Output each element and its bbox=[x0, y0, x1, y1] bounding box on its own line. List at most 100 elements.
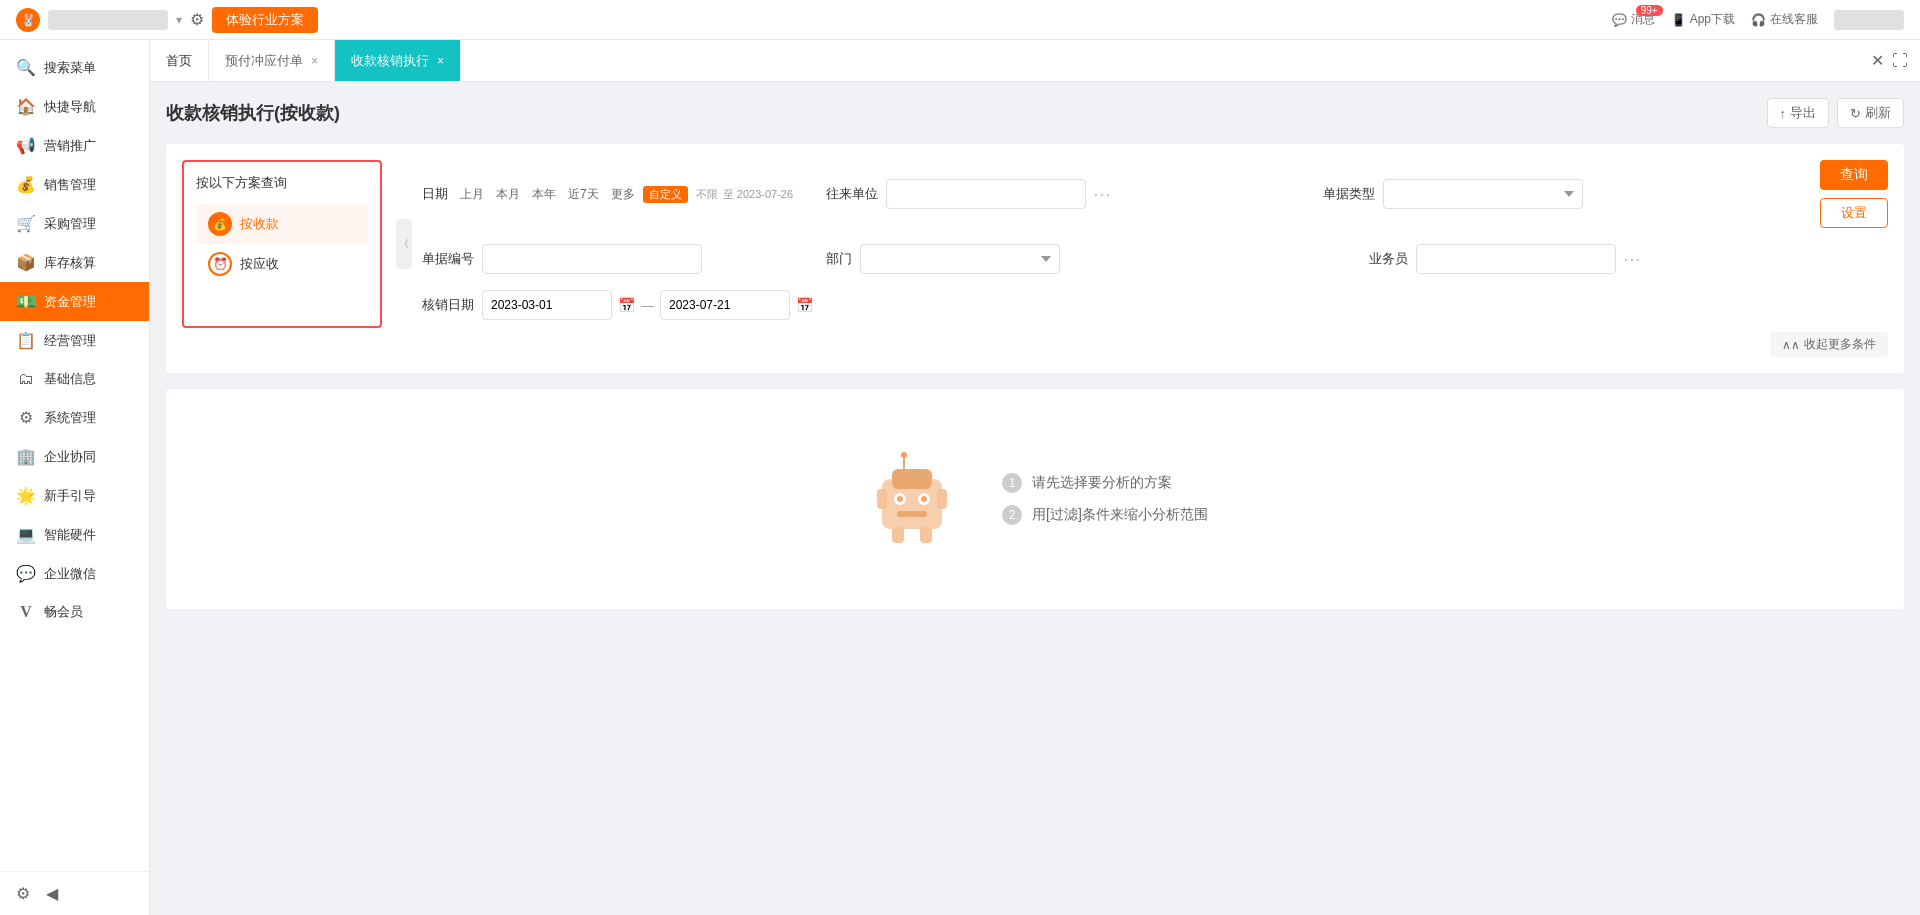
refresh-btn[interactable]: ↻ 刷新 bbox=[1837, 98, 1904, 128]
svg-rect-7 bbox=[877, 489, 887, 509]
sidebar-item-guide[interactable]: 🌟 新手引导 bbox=[0, 476, 149, 515]
sidebar-item-system[interactable]: ⚙ 系统管理 bbox=[0, 398, 149, 437]
verify-date-start-input[interactable] bbox=[482, 290, 612, 320]
receipt-label: 按收款 bbox=[240, 215, 279, 233]
tab-prepay[interactable]: 预付冲应付单 × bbox=[209, 40, 335, 81]
sidebar-menu: 🔍 搜索菜单 🏠 快捷导航 📢 营销推广 💰 销售管理 🛒 采购管理 📦 bbox=[0, 40, 149, 871]
sidebar-item-operation[interactable]: 📋 经营管理 bbox=[0, 321, 149, 360]
billtype-select[interactable] bbox=[1383, 179, 1583, 209]
tab-bar-actions: ✕ ⛶ bbox=[1859, 40, 1920, 81]
sidebar-item-label: 资金管理 bbox=[44, 293, 96, 311]
date-range-text: 不限 至 2023-07-26 bbox=[696, 187, 793, 202]
sidebar-item-inventory[interactable]: 📦 库存核算 bbox=[0, 243, 149, 282]
filter-fields: 日期 上月 本月 本年 近7天 更多 自定义 bbox=[414, 160, 1888, 328]
sidebar-item-wechat[interactable]: 💬 企业微信 bbox=[0, 554, 149, 593]
sidebar-item-marketing[interactable]: 📢 营销推广 bbox=[0, 126, 149, 165]
sidebar-item-basic-info[interactable]: 🗂 基础信息 bbox=[0, 360, 149, 398]
date-btn-more[interactable]: 更多 bbox=[607, 184, 639, 205]
dept-select[interactable] bbox=[860, 244, 1060, 274]
counterparty-more-icon[interactable]: ··· bbox=[1094, 186, 1112, 202]
hint1-num: 1 bbox=[1002, 473, 1022, 493]
filter-billtype-field: 单据类型 bbox=[1323, 179, 1796, 209]
sidebar-item-enterprise[interactable]: 🏢 企业协同 bbox=[0, 437, 149, 476]
refresh-label: 刷新 bbox=[1865, 104, 1891, 122]
date-btn-7days[interactable]: 近7天 bbox=[564, 184, 603, 205]
verify-date-end-input[interactable] bbox=[660, 290, 790, 320]
date-btn-last-month[interactable]: 上月 bbox=[456, 184, 488, 205]
sidebar-item-label: 采购管理 bbox=[44, 215, 96, 233]
industry-btn[interactable]: 体验行业方案 bbox=[212, 7, 318, 33]
setting-btn[interactable]: 设置 bbox=[1820, 198, 1888, 228]
sidebar-collapse-icon[interactable]: ◀ bbox=[46, 884, 58, 903]
sidebar-item-sales[interactable]: 💰 销售管理 bbox=[0, 165, 149, 204]
sidebar-item-vip[interactable]: V 畅会员 bbox=[0, 593, 149, 631]
sidebar-item-label: 销售管理 bbox=[44, 176, 96, 194]
export-label: 导出 bbox=[1790, 104, 1816, 122]
filter-collapse-btn[interactable]: 《 bbox=[396, 219, 412, 269]
sales-icon: 💰 bbox=[16, 175, 36, 194]
export-btn[interactable]: ↑ 导出 bbox=[1767, 98, 1830, 128]
billno-input[interactable] bbox=[482, 244, 702, 274]
tab-collection-close[interactable]: × bbox=[437, 54, 444, 68]
sidebar: 🔍 搜索菜单 🏠 快捷导航 📢 营销推广 💰 销售管理 🛒 采购管理 📦 bbox=[0, 40, 150, 915]
sidebar-item-label: 营销推广 bbox=[44, 137, 96, 155]
sidebar-settings-icon[interactable]: ⚙ bbox=[16, 884, 30, 903]
marketing-icon: 📢 bbox=[16, 136, 36, 155]
calendar-start-icon[interactable]: 📅 bbox=[618, 297, 635, 313]
sidebar-item-label: 库存核算 bbox=[44, 254, 96, 272]
sidebar-item-label: 畅会员 bbox=[44, 603, 83, 621]
filter-panel: 按以下方案查询 💰 按收款 ⏰ 按应收 《 bbox=[166, 144, 1904, 373]
sidebar-item-label: 搜索菜单 bbox=[44, 59, 96, 77]
tab-home[interactable]: 首页 bbox=[150, 40, 209, 81]
sidebar-item-finance[interactable]: 💵 资金管理 bbox=[0, 282, 149, 321]
sidebar-item-quick-nav[interactable]: 🏠 快捷导航 bbox=[0, 87, 149, 126]
salesperson-input[interactable] bbox=[1416, 244, 1616, 274]
settings-icon[interactable]: ⚙ bbox=[190, 10, 204, 29]
page-title: 收款核销执行(按收款) bbox=[166, 101, 340, 125]
basic-info-icon: 🗂 bbox=[16, 370, 36, 388]
svg-rect-1 bbox=[892, 469, 932, 489]
export-icon: ↑ bbox=[1780, 106, 1787, 121]
tab-close-all-icon[interactable]: ✕ bbox=[1871, 51, 1884, 70]
query-btn[interactable]: 查询 bbox=[1820, 160, 1888, 190]
collapse-more-btn[interactable]: ∧∧ 收起更多条件 bbox=[1770, 332, 1888, 357]
sidebar-item-purchase[interactable]: 🛒 采购管理 bbox=[0, 204, 149, 243]
app-icon: 📱 bbox=[1671, 13, 1686, 27]
filter-salesperson-field: 业务员 ··· bbox=[1369, 244, 1888, 274]
page-actions: ↑ 导出 ↻ 刷新 bbox=[1767, 98, 1905, 128]
hardware-icon: 💻 bbox=[16, 525, 36, 544]
dept-label: 部门 bbox=[826, 250, 852, 268]
breadcrumb-chevron[interactable]: ▾ bbox=[176, 13, 182, 27]
date-btn-this-month[interactable]: 本月 bbox=[492, 184, 524, 205]
filter-panel-title: 按以下方案查询 bbox=[196, 174, 368, 192]
tab-collection[interactable]: 收款核销执行 × bbox=[335, 40, 461, 81]
empty-hint-2: 2 用[过滤]条件来缩小分析范围 bbox=[1002, 505, 1208, 525]
sidebar-item-hardware[interactable]: 💻 智能硬件 bbox=[0, 515, 149, 554]
svg-point-4 bbox=[897, 496, 903, 502]
filter-btn-group: 查询 设置 bbox=[1820, 160, 1888, 228]
hint2-num: 2 bbox=[1002, 505, 1022, 525]
purchase-icon: 🛒 bbox=[16, 214, 36, 233]
date-btn-this-year[interactable]: 本年 bbox=[528, 184, 560, 205]
filter-billno-field: 单据编号 bbox=[422, 244, 802, 274]
salesperson-more-icon[interactable]: ··· bbox=[1624, 251, 1642, 267]
calendar-end-icon[interactable]: 📅 bbox=[796, 297, 813, 313]
app-download-btn[interactable]: 📱 App下载 bbox=[1671, 11, 1735, 28]
notification-icon: 💬 bbox=[1612, 13, 1627, 27]
brand-logo: 🐰 bbox=[16, 8, 40, 32]
filter-option-receipt[interactable]: 💰 按收款 bbox=[196, 204, 368, 244]
sidebar-item-label: 企业微信 bbox=[44, 565, 96, 583]
sidebar-item-search-menu[interactable]: 🔍 搜索菜单 bbox=[0, 48, 149, 87]
online-service-btn[interactable]: 🎧 在线客服 bbox=[1751, 11, 1818, 28]
notification-btn[interactable]: 💬 消息 99+ bbox=[1612, 11, 1655, 28]
online-service-label: 在线客服 bbox=[1770, 11, 1818, 28]
operation-icon: 📋 bbox=[16, 331, 36, 350]
tab-expand-icon[interactable]: ⛶ bbox=[1892, 52, 1908, 70]
filter-dept-field: 部门 bbox=[826, 244, 1345, 274]
counterparty-input[interactable] bbox=[886, 179, 1086, 209]
receipt-icon: 💰 bbox=[208, 212, 232, 236]
tab-prepay-close[interactable]: × bbox=[311, 54, 318, 68]
sidebar-item-label: 智能硬件 bbox=[44, 526, 96, 544]
filter-option-payable[interactable]: ⏰ 按应收 bbox=[196, 244, 368, 284]
breadcrumb-blurred bbox=[48, 10, 168, 30]
